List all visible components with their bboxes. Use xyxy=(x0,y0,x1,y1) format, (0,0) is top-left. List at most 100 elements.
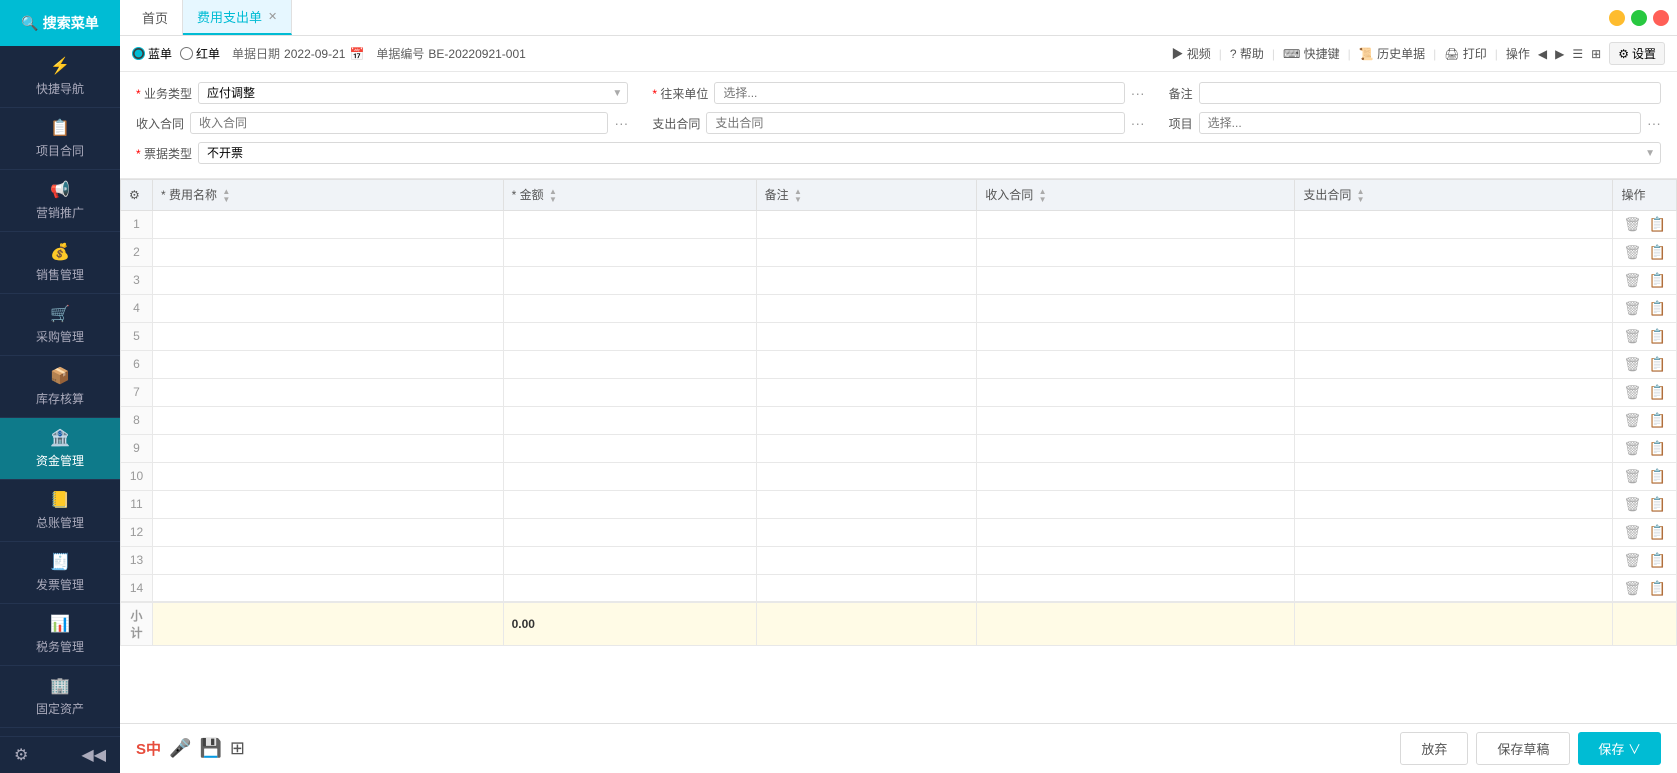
th-income-contract[interactable]: 收入合同 ▲▼ xyxy=(977,180,1295,211)
remark-cell[interactable] xyxy=(756,266,977,294)
amount-cell[interactable] xyxy=(503,490,756,518)
date-value[interactable]: 2022-09-21 xyxy=(284,47,345,61)
remark-cell[interactable] xyxy=(756,322,977,350)
delete-icon[interactable]: 🗑 xyxy=(1623,496,1641,512)
delete-icon[interactable]: 🗑 xyxy=(1623,384,1641,400)
copy-icon[interactable]: 📋 xyxy=(1649,384,1666,400)
delete-icon[interactable]: 🗑 xyxy=(1623,216,1641,232)
project-more-icon[interactable]: ··· xyxy=(1647,115,1661,131)
calendar-icon[interactable]: 📅 xyxy=(349,47,364,61)
delete-icon[interactable]: 🗑 xyxy=(1623,412,1641,428)
sidebar-item-invoice[interactable]: 🧾 发票管理 xyxy=(0,542,120,604)
expense-name-cell[interactable] xyxy=(153,434,504,462)
expense-contract-input[interactable] xyxy=(706,112,1124,134)
copy-icon[interactable]: 📋 xyxy=(1649,440,1666,456)
list-view-btn[interactable]: ☰ xyxy=(1572,47,1583,61)
minimize-button[interactable] xyxy=(1609,10,1625,26)
remark-cell[interactable] xyxy=(756,238,977,266)
expense-contract-cell[interactable] xyxy=(1295,350,1613,378)
sidebar-item-assets[interactable]: 🏢 固定资产 xyxy=(0,666,120,728)
remark-cell[interactable] xyxy=(756,378,977,406)
income-contract-cell[interactable] xyxy=(977,350,1295,378)
delete-icon[interactable]: 🗑 xyxy=(1623,440,1641,456)
expense-contract-cell[interactable] xyxy=(1295,434,1613,462)
expense-name-cell[interactable] xyxy=(153,406,504,434)
remark-cell[interactable] xyxy=(756,350,977,378)
copy-icon[interactable]: 📋 xyxy=(1649,356,1666,372)
tab-home[interactable]: 首页 xyxy=(128,0,183,35)
save-draft-button[interactable]: 保存草稿 xyxy=(1476,732,1570,765)
copy-icon[interactable]: 📋 xyxy=(1649,552,1666,568)
amount-cell[interactable] xyxy=(503,378,756,406)
sidebar-item-purchase[interactable]: 🛒 采购管理 xyxy=(0,294,120,356)
copy-icon[interactable]: 📋 xyxy=(1649,412,1666,428)
prev-btn[interactable]: ◀ xyxy=(1538,47,1547,61)
remark-input[interactable] xyxy=(1199,82,1661,104)
delete-icon[interactable]: 🗑 xyxy=(1623,272,1641,288)
blue-bill-radio[interactable]: 蓝单 xyxy=(132,45,172,62)
maximize-button[interactable] xyxy=(1631,10,1647,26)
settings-button[interactable]: ⚙ 设置 xyxy=(1609,42,1665,65)
amount-cell[interactable] xyxy=(503,238,756,266)
collapse-icon[interactable]: ◀◀ xyxy=(81,745,106,765)
save-cloud-icon[interactable]: 💾 xyxy=(199,738,221,759)
sidebar-item-quick-nav[interactable]: ⚡ 快捷导航 xyxy=(0,46,120,108)
expense-contract-cell[interactable] xyxy=(1295,546,1613,574)
invoice-type-select[interactable]: 不开票 xyxy=(198,142,1661,164)
expense-contract-cell[interactable] xyxy=(1295,322,1613,350)
sidebar-item-salary[interactable]: 💳 工资 xyxy=(0,728,120,736)
expense-name-cell[interactable] xyxy=(153,322,504,350)
income-contract-cell[interactable] xyxy=(977,490,1295,518)
shortcut-btn[interactable]: ⌨ 快捷键 xyxy=(1283,45,1340,62)
business-type-select[interactable]: 应付调整 xyxy=(198,82,628,104)
partner-more-icon[interactable]: ··· xyxy=(1131,85,1145,101)
sidebar-item-inventory[interactable]: 📦 库存核算 xyxy=(0,356,120,418)
sidebar-item-project-contract[interactable]: 📋 项目合同 xyxy=(0,108,120,170)
expense-contract-cell[interactable] xyxy=(1295,406,1613,434)
th-expense-contract[interactable]: 支出合同 ▲▼ xyxy=(1295,180,1613,211)
tab-expense[interactable]: 费用支出单 ✕ xyxy=(183,0,292,35)
delete-icon[interactable]: 🗑 xyxy=(1623,300,1641,316)
sidebar-item-tax[interactable]: 📊 税务管理 xyxy=(0,604,120,666)
expense-name-cell[interactable] xyxy=(153,294,504,322)
delete-icon[interactable]: 🗑 xyxy=(1623,356,1641,372)
copy-icon[interactable]: 📋 xyxy=(1649,468,1666,484)
expense-contract-cell[interactable] xyxy=(1295,266,1613,294)
partner-input[interactable] xyxy=(714,82,1124,104)
delete-icon[interactable]: 🗑 xyxy=(1623,524,1641,540)
grid-view-btn[interactable]: ⊞ xyxy=(1591,47,1601,61)
expense-contract-cell[interactable] xyxy=(1295,378,1613,406)
income-contract-cell[interactable] xyxy=(977,462,1295,490)
copy-icon[interactable]: 📋 xyxy=(1649,216,1666,232)
income-contract-cell[interactable] xyxy=(977,266,1295,294)
income-contract-cell[interactable] xyxy=(977,406,1295,434)
sidebar-item-sales[interactable]: 💰 销售管理 xyxy=(0,232,120,294)
copy-icon[interactable]: 📋 xyxy=(1649,244,1666,260)
delete-icon[interactable]: 🗑 xyxy=(1623,580,1641,596)
print-btn[interactable]: 🖨 打印 xyxy=(1444,45,1487,62)
th-remark[interactable]: 备注 ▲▼ xyxy=(756,180,977,211)
expense-contract-cell[interactable] xyxy=(1295,294,1613,322)
copy-icon[interactable]: 📋 xyxy=(1649,524,1666,540)
income-contract-cell[interactable] xyxy=(977,210,1295,238)
copy-icon[interactable]: 📋 xyxy=(1649,328,1666,344)
delete-icon[interactable]: 🗑 xyxy=(1623,244,1641,260)
remark-cell[interactable] xyxy=(756,294,977,322)
expense-name-cell[interactable] xyxy=(153,574,504,602)
expense-name-cell[interactable] xyxy=(153,378,504,406)
save-button[interactable]: 保存 ∨ xyxy=(1578,732,1661,765)
income-contract-cell[interactable] xyxy=(977,322,1295,350)
expense-name-cell[interactable] xyxy=(153,546,504,574)
history-btn[interactable]: 📜 历史单据 xyxy=(1359,45,1425,62)
close-button[interactable] xyxy=(1653,10,1669,26)
amount-cell[interactable] xyxy=(503,322,756,350)
income-contract-cell[interactable] xyxy=(977,574,1295,602)
settings-icon[interactable]: ⚙ xyxy=(14,745,28,765)
next-btn[interactable]: ▶ xyxy=(1555,47,1564,61)
remark-cell[interactable] xyxy=(756,518,977,546)
operations-btn[interactable]: 操作 xyxy=(1506,45,1530,62)
remark-cell[interactable] xyxy=(756,210,977,238)
remark-cell[interactable] xyxy=(756,546,977,574)
expense-contract-cell[interactable] xyxy=(1295,518,1613,546)
amount-cell[interactable] xyxy=(503,462,756,490)
